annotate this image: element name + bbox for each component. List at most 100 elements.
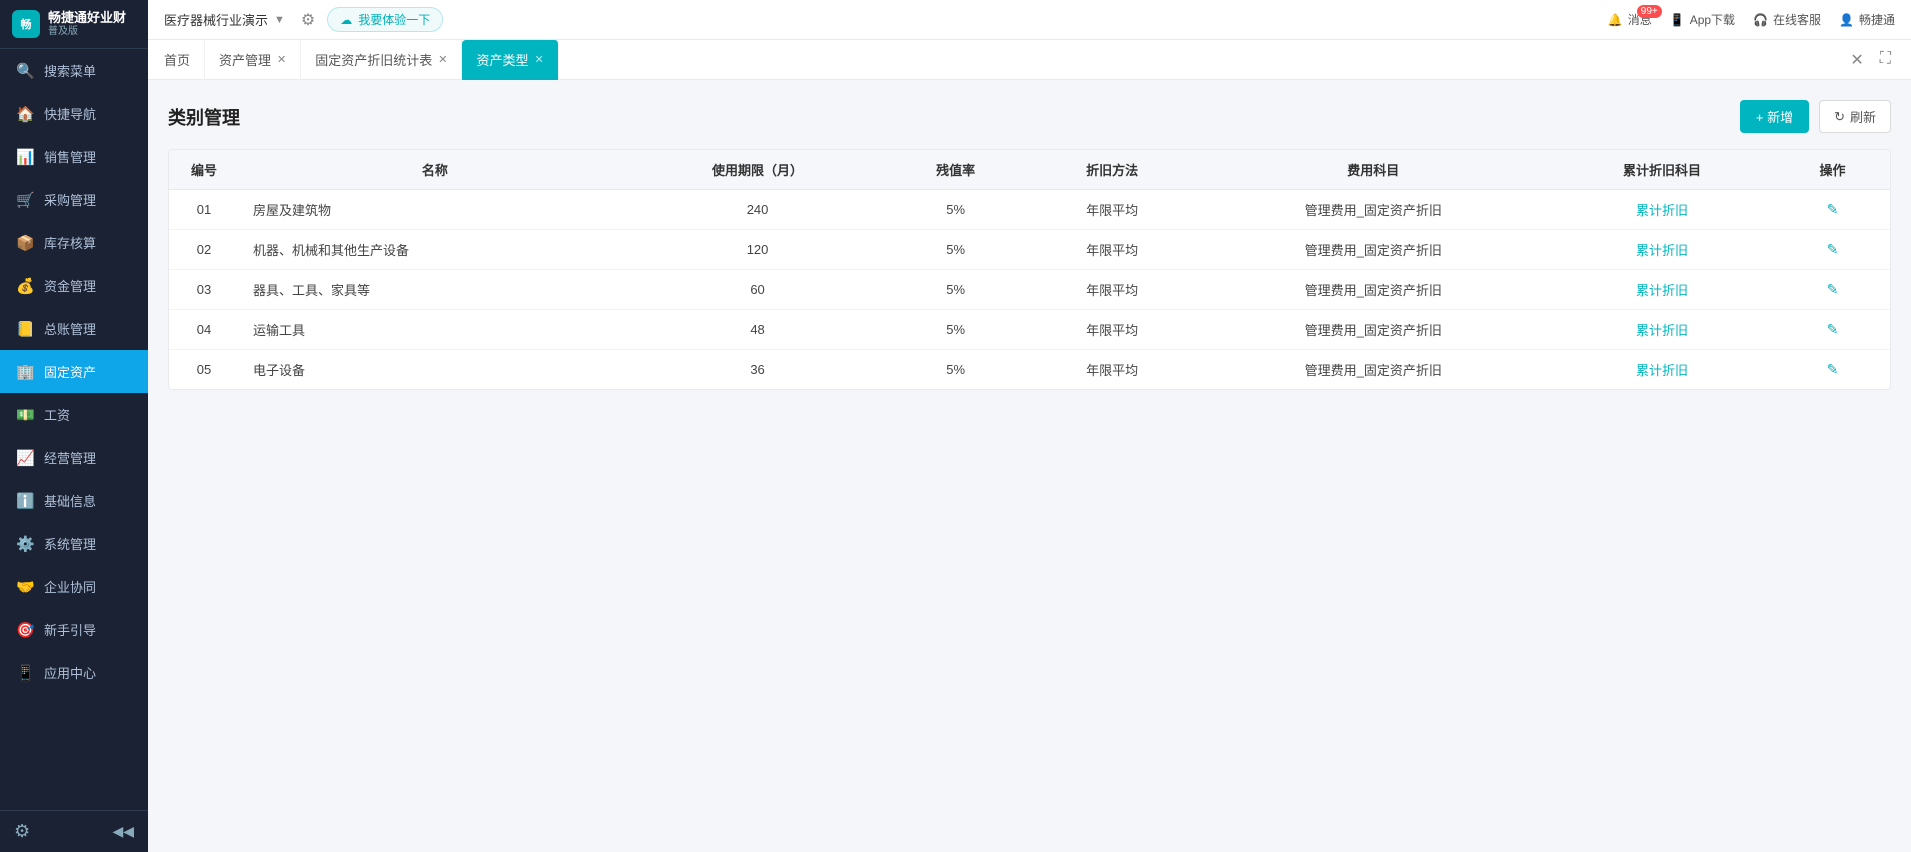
edit-icon[interactable]: ✎ bbox=[1827, 241, 1839, 257]
cloud-icon: ☁ bbox=[340, 13, 352, 27]
topbar-right: 🔔 消息 99+ 📱 App下载 🎧 在线客服 👤 畅捷通 bbox=[1608, 11, 1895, 28]
sidebar-item-label: 采购管理 bbox=[44, 190, 96, 209]
user-name: 畅捷通 bbox=[1859, 11, 1895, 28]
refresh-button[interactable]: ↻ 刷新 bbox=[1819, 100, 1891, 133]
payroll-icon: 💵 bbox=[16, 406, 34, 424]
tab-asset-type[interactable]: 资产类型 ✕ bbox=[462, 40, 558, 80]
settings-icon[interactable]: ⚙ bbox=[14, 821, 30, 842]
table-row: 05 电子设备 36 5% 年限平均 管理费用_固定资产折旧 累计折旧 ✎ bbox=[169, 350, 1890, 390]
tab-depreciation-close[interactable]: ✕ bbox=[438, 53, 447, 66]
sidebar-item-ledger[interactable]: 📒 总账管理 bbox=[0, 307, 148, 350]
sidebar-item-system[interactable]: ⚙️ 系统管理 bbox=[0, 522, 148, 565]
cell-action[interactable]: ✎ bbox=[1775, 350, 1890, 390]
notifications-badge: 99+ bbox=[1637, 5, 1662, 18]
sidebar-item-payroll[interactable]: 💵 工资 bbox=[0, 393, 148, 436]
cell-name: 机器、机械和其他生产设备 bbox=[239, 230, 631, 270]
sidebar-logo: 畅 畅捷通好业财 普及版 bbox=[0, 0, 148, 49]
cell-code: 05 bbox=[169, 350, 239, 390]
expand-tab-button[interactable]: ⛶ bbox=[1876, 46, 1895, 74]
cell-action[interactable]: ✎ bbox=[1775, 270, 1890, 310]
sidebar-item-label: 总账管理 bbox=[44, 319, 96, 338]
table-row: 04 运输工具 48 5% 年限平均 管理费用_固定资产折旧 累计折旧 ✎ bbox=[169, 310, 1890, 350]
cell-residual-rate: 5% bbox=[884, 230, 1027, 270]
app-version: 普及版 bbox=[48, 26, 126, 38]
notifications-button[interactable]: 🔔 消息 99+ bbox=[1608, 11, 1652, 28]
tabs-bar: 首页 资产管理 ✕ 固定资产折旧统计表 ✕ 资产类型 ✕ ✕ ⛶ bbox=[148, 40, 1911, 80]
app-center-icon: 📱 bbox=[16, 664, 34, 682]
tab-depreciation-table[interactable]: 固定资产折旧统计表 ✕ bbox=[301, 40, 462, 80]
search-icon: 🔍 bbox=[16, 62, 34, 80]
sidebar-item-label: 新手引导 bbox=[44, 620, 96, 639]
company-selector[interactable]: 医疗器械行业演示 ▼ bbox=[164, 10, 285, 29]
sidebar-item-purchase[interactable]: 🛒 采购管理 bbox=[0, 178, 148, 221]
user-menu[interactable]: 👤 畅捷通 bbox=[1839, 11, 1895, 28]
sidebar-item-capital[interactable]: 💰 资金管理 bbox=[0, 264, 148, 307]
col-header-depreciation-method: 折旧方法 bbox=[1027, 150, 1197, 190]
sidebar-item-cooperation[interactable]: 🤝 企业协同 bbox=[0, 565, 148, 608]
sidebar-item-basic-info[interactable]: ℹ️ 基础信息 bbox=[0, 479, 148, 522]
edit-icon[interactable]: ✎ bbox=[1827, 361, 1839, 377]
sidebar-item-fixed-assets[interactable]: 🏢 固定资产 bbox=[0, 350, 148, 393]
cell-accumulated-subject: 累计折旧 bbox=[1549, 230, 1775, 270]
sidebar-item-label: 系统管理 bbox=[44, 534, 96, 553]
edit-icon[interactable]: ✎ bbox=[1827, 281, 1839, 297]
cell-expense-subject: 管理费用_固定资产折旧 bbox=[1197, 310, 1549, 350]
app-download-button[interactable]: 📱 App下载 bbox=[1670, 11, 1735, 28]
tab-asset-type-close[interactable]: ✕ bbox=[535, 53, 544, 66]
sidebar-item-label: 库存核算 bbox=[44, 233, 96, 252]
customer-service-button[interactable]: 🎧 在线客服 bbox=[1753, 11, 1821, 28]
cell-action[interactable]: ✎ bbox=[1775, 190, 1890, 230]
cell-expense-subject: 管理费用_固定资产折旧 bbox=[1197, 190, 1549, 230]
new-button[interactable]: + 新增 bbox=[1740, 100, 1809, 133]
cell-action[interactable]: ✎ bbox=[1775, 230, 1890, 270]
cell-accumulated-subject: 累计折旧 bbox=[1549, 190, 1775, 230]
cell-depreciation-method: 年限平均 bbox=[1027, 270, 1197, 310]
tabs-right-actions: ✕ ⛶ bbox=[1846, 46, 1895, 74]
sidebar-item-app-center[interactable]: 📱 应用中心 bbox=[0, 651, 148, 694]
sidebar-item-operations[interactable]: 📈 经营管理 bbox=[0, 436, 148, 479]
avatar-icon: 👤 bbox=[1839, 13, 1854, 27]
ledger-icon: 📒 bbox=[16, 320, 34, 338]
purchase-icon: 🛒 bbox=[16, 191, 34, 209]
sidebar-item-label: 基础信息 bbox=[44, 491, 96, 510]
sidebar-item-quick-nav[interactable]: 🏠 快捷导航 bbox=[0, 92, 148, 135]
home-icon: 🏠 bbox=[16, 105, 34, 123]
cell-name: 运输工具 bbox=[239, 310, 631, 350]
col-header-code: 编号 bbox=[169, 150, 239, 190]
sidebar-item-label: 搜索菜单 bbox=[44, 61, 96, 80]
data-table: 编号 名称 使用期限（月） 残值率 折旧方法 费用科目 累计折旧科目 操作 01… bbox=[168, 149, 1891, 390]
edit-icon[interactable]: ✎ bbox=[1827, 321, 1839, 337]
close-tab-button[interactable]: ✕ bbox=[1846, 46, 1867, 74]
cell-depreciation-method: 年限平均 bbox=[1027, 350, 1197, 390]
sidebar-item-label: 应用中心 bbox=[44, 663, 96, 682]
app-logo-text: 畅捷通好业财 普及版 bbox=[48, 10, 126, 38]
edit-icon[interactable]: ✎ bbox=[1827, 201, 1839, 217]
cell-code: 04 bbox=[169, 310, 239, 350]
sidebar-item-search[interactable]: 🔍 搜索菜单 bbox=[0, 49, 148, 92]
cell-name: 器具、工具、家具等 bbox=[239, 270, 631, 310]
topbar: 医疗器械行业演示 ▼ ⚙ ☁ 我要体验一下 🔔 消息 99+ 📱 App下载 🎧… bbox=[148, 0, 1911, 40]
tab-asset-mgmt[interactable]: 资产管理 ✕ bbox=[205, 40, 301, 80]
table-row: 01 房屋及建筑物 240 5% 年限平均 管理费用_固定资产折旧 累计折旧 ✎ bbox=[169, 190, 1890, 230]
gear-icon[interactable]: ⚙ bbox=[301, 10, 315, 30]
cell-action[interactable]: ✎ bbox=[1775, 310, 1890, 350]
cell-depreciation-method: 年限平均 bbox=[1027, 310, 1197, 350]
cell-residual-rate: 5% bbox=[884, 350, 1027, 390]
sidebar-item-inventory[interactable]: 📦 库存核算 bbox=[0, 221, 148, 264]
sidebar-item-label: 企业协同 bbox=[44, 577, 96, 596]
topbar-left: 医疗器械行业演示 ▼ ⚙ ☁ 我要体验一下 bbox=[164, 7, 443, 32]
collapse-icon[interactable]: ◀◀ bbox=[112, 823, 134, 840]
main-content: 医疗器械行业演示 ▼ ⚙ ☁ 我要体验一下 🔔 消息 99+ 📱 App下载 🎧… bbox=[148, 0, 1911, 852]
try-button[interactable]: ☁ 我要体验一下 bbox=[327, 7, 443, 32]
tab-home[interactable]: 首页 bbox=[164, 40, 205, 80]
cell-expense-subject: 管理费用_固定资产折旧 bbox=[1197, 270, 1549, 310]
bell-icon: 🔔 bbox=[1608, 13, 1623, 27]
sidebar-item-guide[interactable]: 🎯 新手引导 bbox=[0, 608, 148, 651]
cell-code: 01 bbox=[169, 190, 239, 230]
cell-residual-rate: 5% bbox=[884, 310, 1027, 350]
tab-asset-mgmt-close[interactable]: ✕ bbox=[277, 53, 286, 66]
sidebar-item-sales[interactable]: 📊 销售管理 bbox=[0, 135, 148, 178]
refresh-icon: ↻ bbox=[1834, 109, 1845, 125]
page-header: 类别管理 + 新增 ↻ 刷新 bbox=[168, 100, 1891, 133]
company-name: 医疗器械行业演示 bbox=[164, 10, 268, 29]
